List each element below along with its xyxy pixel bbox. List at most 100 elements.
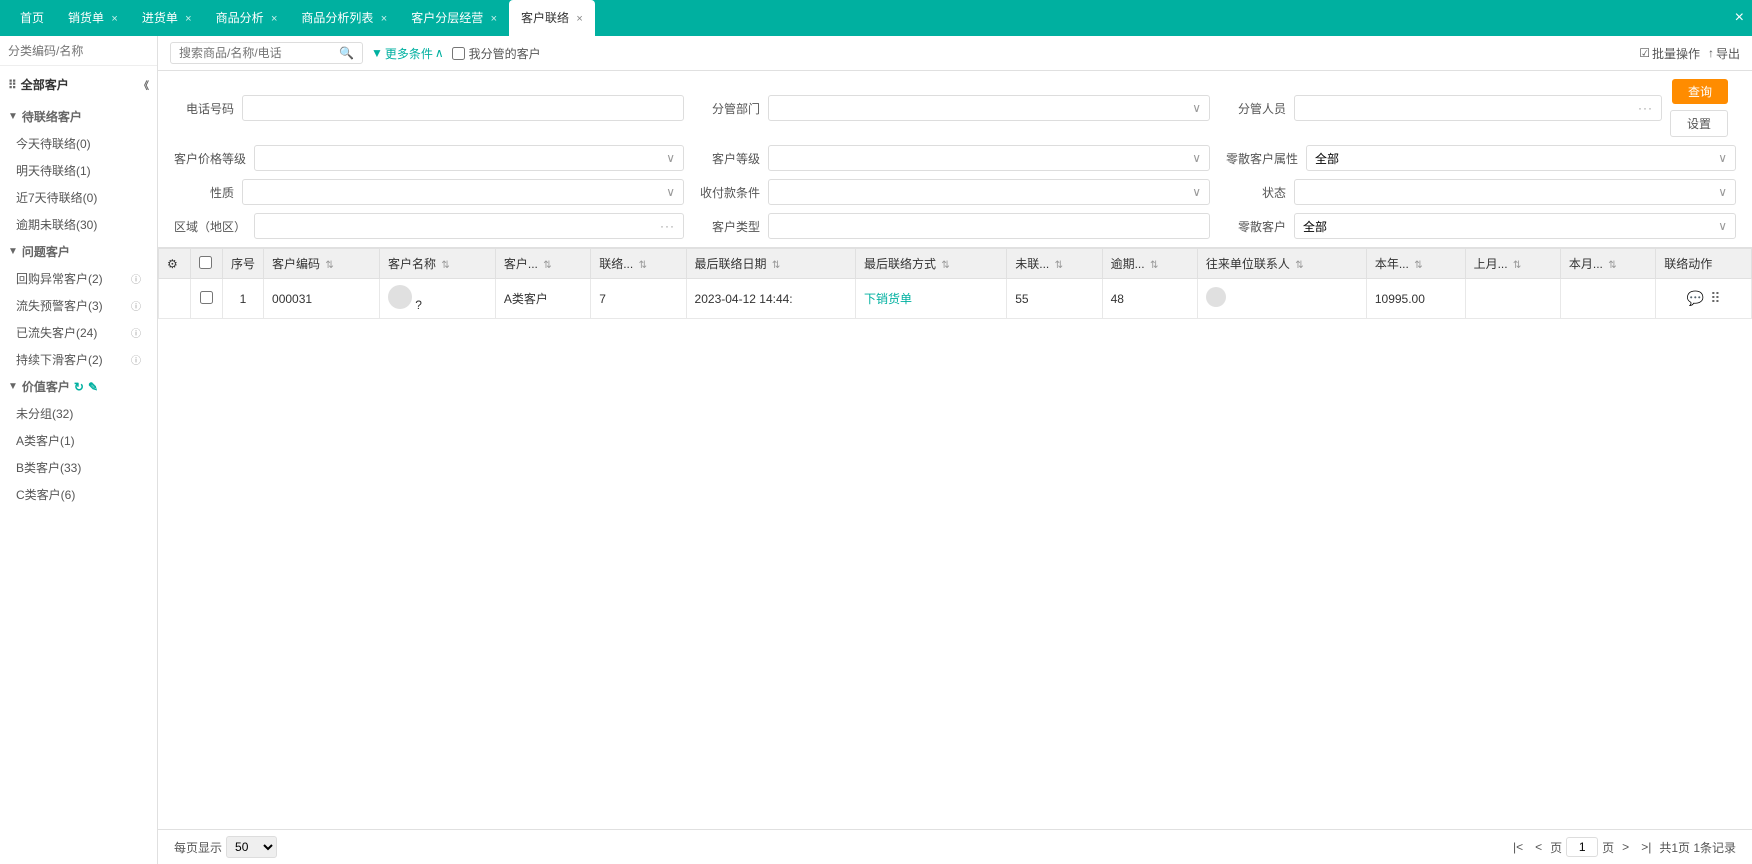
nav-tab-customer-tier[interactable]: 客户分层经营 × [399, 0, 509, 36]
refresh-icon[interactable]: ↻ [74, 380, 84, 394]
filter-input-price-level[interactable]: ∨ [254, 145, 684, 171]
sidebar-search-input[interactable] [8, 44, 158, 58]
row-name: ? [379, 279, 495, 319]
toolbar-right-actions: ☑ 批量操作 ↑ 导出 [1639, 45, 1740, 62]
col-contact-count[interactable]: 联络... ⇅ [591, 249, 686, 279]
sidebar-all-customers-section: ⠿ 全部客户 《 [0, 66, 157, 103]
collapse-icon[interactable]: 《 [139, 77, 149, 92]
col-overdue[interactable]: 逾期... ⇅ [1102, 249, 1197, 279]
page-number-input[interactable] [1566, 837, 1598, 857]
toolbar-filter-btn[interactable]: ▼ 更多条件 ∧ [371, 45, 444, 62]
sidebar-group-pending[interactable]: ▼ 待联络客户 [0, 103, 157, 130]
col-code[interactable]: 客户编码 ⇅ [264, 249, 380, 279]
avatar [388, 285, 412, 309]
sidebar-item-overdue[interactable]: 逾期未联络(30) [0, 211, 157, 238]
nav-tab-purchase[interactable]: 进货单 × [130, 0, 204, 36]
filter-label-status: 状态 [1226, 184, 1286, 201]
row-select-checkbox[interactable] [200, 291, 213, 304]
row-liaison [1197, 279, 1366, 319]
col-liaison[interactable]: 往来单位联系人 ⇅ [1197, 249, 1366, 279]
chevron-down-icon: ∨ [1718, 151, 1727, 165]
export-btn[interactable]: ↑ 导出 [1708, 45, 1740, 62]
filter-input-scatter[interactable]: 全部 ∨ [1294, 213, 1736, 239]
col-type[interactable]: 客户... ⇅ [495, 249, 590, 279]
close-tab-customer-tier[interactable]: × [491, 13, 497, 25]
sidebar-item-tomorrow[interactable]: 明天待联络(1) [0, 157, 157, 184]
filter-input-region[interactable]: ··· [254, 213, 684, 239]
next-page-btn[interactable]: > [1618, 838, 1633, 856]
query-button[interactable]: 查询 [1672, 79, 1728, 104]
sidebar: 🔍 ⠿ 全部客户 《 ▼ 待联络客户 今天待联络(0) 明天待联络(1) 近7天… [0, 36, 158, 864]
toolbar-search-icon[interactable]: 🔍 [339, 46, 354, 60]
batch-op-btn[interactable]: ☑ 批量操作 [1639, 45, 1700, 62]
sidebar-item-7days[interactable]: 近7天待联络(0) [0, 184, 157, 211]
toolbar-search-box[interactable]: 🔍 [170, 42, 363, 64]
col-this-year[interactable]: 本年... ⇅ [1366, 249, 1465, 279]
nav-tab-analysis[interactable]: 商品分析 × [204, 0, 290, 36]
filter-input-dept[interactable]: ∨ [768, 95, 1210, 121]
close-tab-purchase[interactable]: × [185, 13, 191, 25]
setting-button[interactable]: 设置 [1670, 110, 1728, 137]
close-tab-customer-contact[interactable]: × [576, 13, 582, 25]
col-uncontact[interactable]: 未联... ⇅ [1007, 249, 1102, 279]
col-checkbox[interactable] [191, 249, 223, 279]
close-all-tabs[interactable]: × [1735, 9, 1744, 27]
last-method-link[interactable]: 下销货单 [864, 292, 912, 306]
filter-input-cust-level[interactable]: ∨ [768, 145, 1210, 171]
pagination-per-page: 每页显示 50 100 200 [174, 836, 277, 858]
first-page-btn[interactable]: |< [1509, 838, 1527, 856]
col-last-date[interactable]: 最后联络日期 ⇅ [686, 249, 855, 279]
filter-label-scatter: 零散客户 [1226, 218, 1286, 235]
filter-input-manager[interactable]: ··· [1294, 95, 1662, 121]
toolbar-search-input[interactable] [179, 46, 339, 60]
filter-input-nature[interactable]: ∨ [242, 179, 684, 205]
nav-tab-customer-contact[interactable]: 客户联络 × [509, 0, 595, 36]
row-last-method[interactable]: 下销货单 [855, 279, 1006, 319]
sidebar-item-lost[interactable]: 已流失客户(24) ⓘ [0, 319, 157, 346]
info-icon: ⓘ [131, 271, 141, 286]
nav-tab-analysis-list[interactable]: 商品分析列表 × [289, 0, 399, 36]
info-icon: ⓘ [131, 298, 141, 313]
prev-page-btn[interactable]: < [1531, 838, 1546, 856]
nav-home[interactable]: 首页 [8, 0, 56, 36]
sidebar-item-declining[interactable]: 持续下滑客户(2) ⓘ [0, 346, 157, 373]
filter-label-price-level: 客户价格等级 [174, 150, 246, 167]
col-last-month[interactable]: 上月... ⇅ [1465, 249, 1560, 279]
per-page-select[interactable]: 50 100 200 [226, 836, 277, 858]
chevron-down-icon: ∨ [1718, 219, 1727, 233]
chat-icon[interactable]: 💬 [1687, 290, 1704, 307]
sidebar-item-class-b[interactable]: B类客户(33) [0, 454, 157, 481]
qr-icon[interactable]: ⠿ [1710, 290, 1720, 307]
arrow-icon: ▼ [8, 111, 18, 122]
toolbar-my-customers[interactable]: 我分管的客户 [452, 45, 541, 62]
sidebar-item-unclassified[interactable]: 未分组(32) [0, 400, 157, 427]
filter-input-phone[interactable] [242, 95, 684, 121]
col-name[interactable]: 客户名称 ⇅ [379, 249, 495, 279]
sidebar-group-value[interactable]: ▼ 价值客户 ↻ ✎ [0, 373, 157, 400]
my-customers-checkbox[interactable] [452, 47, 465, 60]
last-page-btn[interactable]: >| [1637, 838, 1655, 856]
row-checkbox[interactable] [191, 279, 223, 319]
filter-input-scatter-attr[interactable]: 全部 ∨ [1306, 145, 1736, 171]
sidebar-item-today[interactable]: 今天待联络(0) [0, 130, 157, 157]
sidebar-group-problem[interactable]: ▼ 问题客户 [0, 238, 157, 265]
edit-icon[interactable]: ✎ [88, 380, 98, 394]
sidebar-all-customers[interactable]: ⠿ 全部客户 《 [0, 70, 157, 99]
col-gear[interactable]: ⚙ [159, 249, 191, 279]
col-this-month[interactable]: 本月... ⇅ [1560, 249, 1655, 279]
close-tab-analysis[interactable]: × [271, 13, 277, 25]
close-tab-sales[interactable]: × [111, 13, 117, 25]
main-layout: 🔍 ⠿ 全部客户 《 ▼ 待联络客户 今天待联络(0) 明天待联络(1) 近7天… [0, 36, 1752, 864]
filter-input-cust-type[interactable] [768, 213, 1210, 239]
col-last-method[interactable]: 最后联络方式 ⇅ [855, 249, 1006, 279]
filter-input-status[interactable]: ∨ [1294, 179, 1736, 205]
select-all-checkbox[interactable] [199, 256, 212, 269]
sidebar-search-area: 🔍 [0, 36, 157, 66]
sidebar-item-class-a[interactable]: A类客户(1) [0, 427, 157, 454]
nav-tab-sales[interactable]: 销货单 × [56, 0, 130, 36]
sidebar-item-warning[interactable]: 流失预警客户(3) ⓘ [0, 292, 157, 319]
close-tab-analysis-list[interactable]: × [381, 13, 387, 25]
sidebar-item-abnormal[interactable]: 回购异常客户(2) ⓘ [0, 265, 157, 292]
sidebar-item-class-c[interactable]: C类客户(6) [0, 481, 157, 508]
filter-input-payment[interactable]: ∨ [768, 179, 1210, 205]
